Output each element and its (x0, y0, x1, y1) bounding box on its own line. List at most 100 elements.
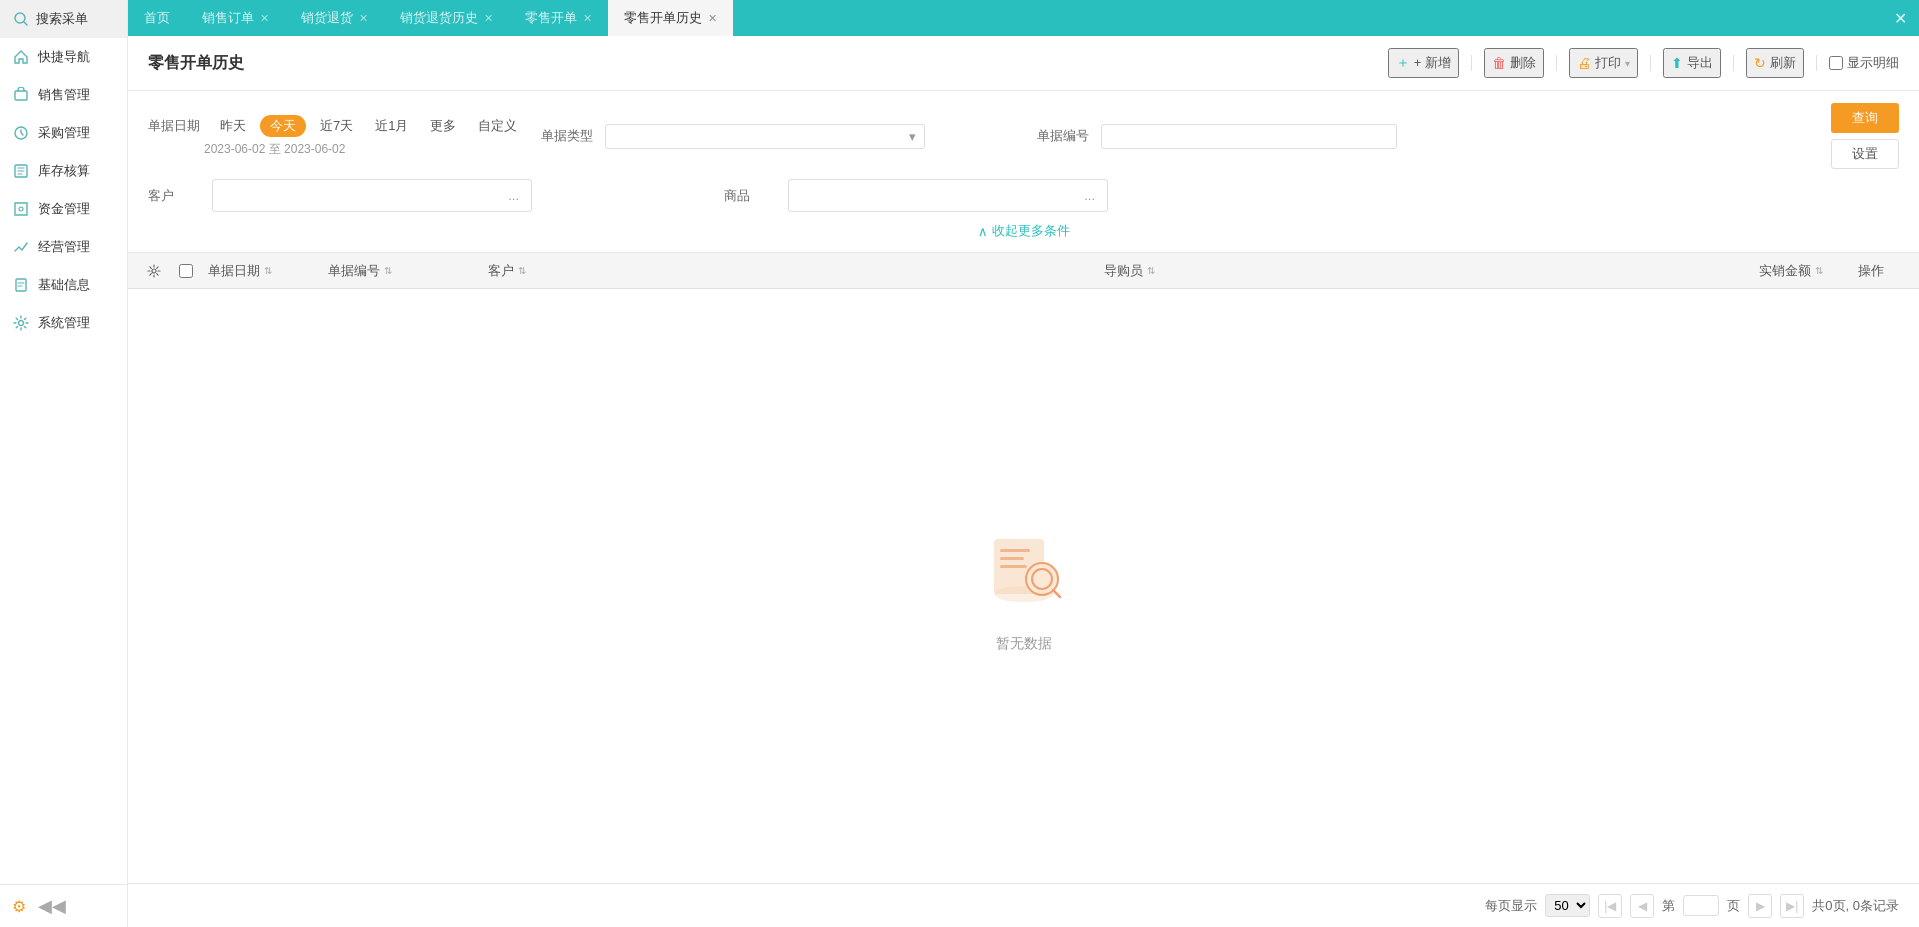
sidebar-item-label: 资金管理 (38, 200, 90, 218)
basic-icon (12, 276, 30, 294)
tab-label: 零售开单历史 (624, 9, 702, 27)
col-ops-label: 操作 (1858, 262, 1884, 280)
date-range-text: 2023-06-02 至 2023-06-02 (204, 141, 345, 158)
toolbar: ＋ + 新增 🗑 删除 🖨 打印 ▾ ⬆ 导出 (1388, 48, 1899, 78)
col-header-amount[interactable]: 实销金额 ⇅ (1216, 262, 1832, 280)
tab-sales-order[interactable]: 销售订单 ✕ (186, 0, 285, 36)
tab-close-icon[interactable]: ✕ (583, 12, 592, 25)
tab-close-icon[interactable]: ✕ (260, 12, 269, 25)
window-close-button[interactable]: ✕ (1882, 9, 1919, 28)
system-icon (12, 314, 30, 332)
tab-close-icon[interactable]: ✕ (359, 12, 368, 25)
table-area: 单据日期 ⇅ 单据编号 ⇅ 客户 ⇅ 导购员 ⇅ 实销金额 ⇅ (128, 253, 1919, 883)
inventory-icon (12, 162, 30, 180)
col-order-label: 单据编号 (328, 262, 380, 280)
sidebar-search[interactable]: 搜索采单 (0, 0, 127, 38)
sidebar-item-inventory[interactable]: 库存核算 (0, 152, 127, 190)
export-button[interactable]: ⬆ 导出 (1663, 48, 1721, 78)
page-label-prefix: 第 (1662, 897, 1675, 915)
table-checkbox-header[interactable] (172, 264, 200, 278)
type-select[interactable]: ▾ (605, 124, 925, 149)
page-last-button[interactable]: ▶| (1780, 894, 1804, 918)
svg-rect-13 (1000, 565, 1027, 568)
sidebar-item-quick-nav[interactable]: 快捷导航 (0, 38, 127, 76)
settings-button[interactable]: 设置 (1831, 139, 1899, 169)
sidebar-item-finance[interactable]: 资金管理 (0, 190, 127, 228)
sidebar-item-purchase-mgmt[interactable]: 采购管理 (0, 114, 127, 152)
export-label: 导出 (1687, 54, 1713, 72)
collapse-icon[interactable]: ◀◀ (38, 895, 66, 917)
page-size-label: 每页显示 (1485, 897, 1537, 915)
col-header-customer[interactable]: 客户 ⇅ (480, 262, 1096, 280)
collapse-button[interactable]: ∧ 收起更多条件 (978, 222, 1070, 240)
tab-label: 零售开单 (525, 9, 577, 27)
date-label: 单据日期 (148, 117, 204, 135)
gear-icon[interactable]: ⚙ (12, 897, 26, 916)
goods-label: 商品 (724, 187, 780, 205)
collapse-label: 收起更多条件 (992, 222, 1070, 240)
sort-icon: ⇅ (1147, 265, 1155, 276)
delete-button[interactable]: 🗑 删除 (1484, 48, 1544, 78)
table-settings-icon[interactable] (136, 264, 172, 278)
col-header-order-no[interactable]: 单据编号 ⇅ (320, 262, 480, 280)
export-icon: ⬆ (1671, 55, 1683, 71)
query-button[interactable]: 查询 (1831, 103, 1899, 133)
date-btn-more[interactable]: 更多 (422, 115, 464, 137)
date-btn-7days[interactable]: 近7天 (312, 115, 361, 137)
page-first-button[interactable]: |◀ (1598, 894, 1622, 918)
page-number-input[interactable]: 1 (1683, 895, 1719, 916)
date-filter: 昨天 今天 近7天 近1月 更多 自定义 (212, 115, 525, 137)
display-detail-checkbox[interactable] (1829, 56, 1843, 70)
action-buttons: 查询 设置 (1831, 103, 1899, 169)
sidebar-item-basic-info[interactable]: 基础信息 (0, 266, 127, 304)
empty-state: 暂无数据 (128, 289, 1919, 883)
col-header-guide[interactable]: 导购员 ⇅ (1096, 262, 1216, 280)
divider (1733, 55, 1734, 71)
page-next-button[interactable]: ▶ (1748, 894, 1772, 918)
tab-close-icon[interactable]: ✕ (708, 12, 717, 25)
display-detail-toggle[interactable]: 显示明细 (1829, 54, 1899, 72)
sidebar-item-label: 库存核算 (38, 162, 90, 180)
date-btn-today[interactable]: 今天 (260, 115, 306, 137)
tab-home[interactable]: 首页 (128, 0, 186, 36)
sidebar-item-label: 经营管理 (38, 238, 90, 256)
sidebar: 搜索采单 快捷导航 销售管理 采购管理 (0, 0, 128, 927)
svg-line-1 (24, 22, 27, 25)
select-all-checkbox[interactable] (179, 264, 193, 278)
tab-retail-open-history[interactable]: 零售开单历史 ✕ (608, 0, 733, 36)
page-size-select[interactable]: 50 (1545, 894, 1590, 917)
print-button[interactable]: 🖨 打印 ▾ (1569, 48, 1638, 78)
divider (1816, 55, 1817, 71)
display-detail-label: 显示明细 (1847, 54, 1899, 72)
date-btn-custom[interactable]: 自定义 (470, 115, 525, 137)
customer-input[interactable]: ... (212, 179, 532, 212)
sidebar-bottom: ⚙ ◀◀ (0, 884, 127, 927)
tab-sales-return[interactable]: 销货退货 ✕ (285, 0, 384, 36)
sidebar-item-sales-mgmt[interactable]: 销售管理 (0, 76, 127, 114)
date-btn-1month[interactable]: 近1月 (367, 115, 416, 137)
sidebar-item-label: 基础信息 (38, 276, 90, 294)
customer-ellipsis-icon[interactable]: ... (504, 184, 523, 207)
page-header: 零售开单历史 ＋ + 新增 🗑 删除 🖨 打印 ▾ (128, 36, 1919, 91)
date-btn-yesterday[interactable]: 昨天 (212, 115, 254, 137)
refresh-icon: ↻ (1754, 55, 1766, 71)
refresh-button[interactable]: ↻ 刷新 (1746, 48, 1804, 78)
order-number-input[interactable] (1101, 124, 1397, 149)
goods-ellipsis-icon[interactable]: ... (1080, 184, 1099, 207)
add-button[interactable]: ＋ + 新增 (1388, 48, 1459, 78)
sidebar-item-label: 系统管理 (38, 314, 90, 332)
sidebar-item-label: 采购管理 (38, 124, 90, 142)
col-header-date[interactable]: 单据日期 ⇅ (200, 262, 320, 280)
sidebar-item-operations[interactable]: 经营管理 (0, 228, 127, 266)
sidebar-item-label: 快捷导航 (38, 48, 90, 66)
tab-close-icon[interactable]: ✕ (484, 12, 493, 25)
operations-icon (12, 238, 30, 256)
tab-sales-return-history[interactable]: 销货退货历史 ✕ (384, 0, 509, 36)
sidebar-item-system[interactable]: 系统管理 (0, 304, 127, 342)
col-amount-label: 实销金额 (1759, 262, 1811, 280)
customer-filter-field: 客户 ... (148, 179, 708, 212)
delete-icon: 🗑 (1492, 55, 1506, 71)
tab-retail-open[interactable]: 零售开单 ✕ (509, 0, 608, 36)
page-prev-button[interactable]: ◀ (1630, 894, 1654, 918)
goods-input[interactable]: ... (788, 179, 1108, 212)
